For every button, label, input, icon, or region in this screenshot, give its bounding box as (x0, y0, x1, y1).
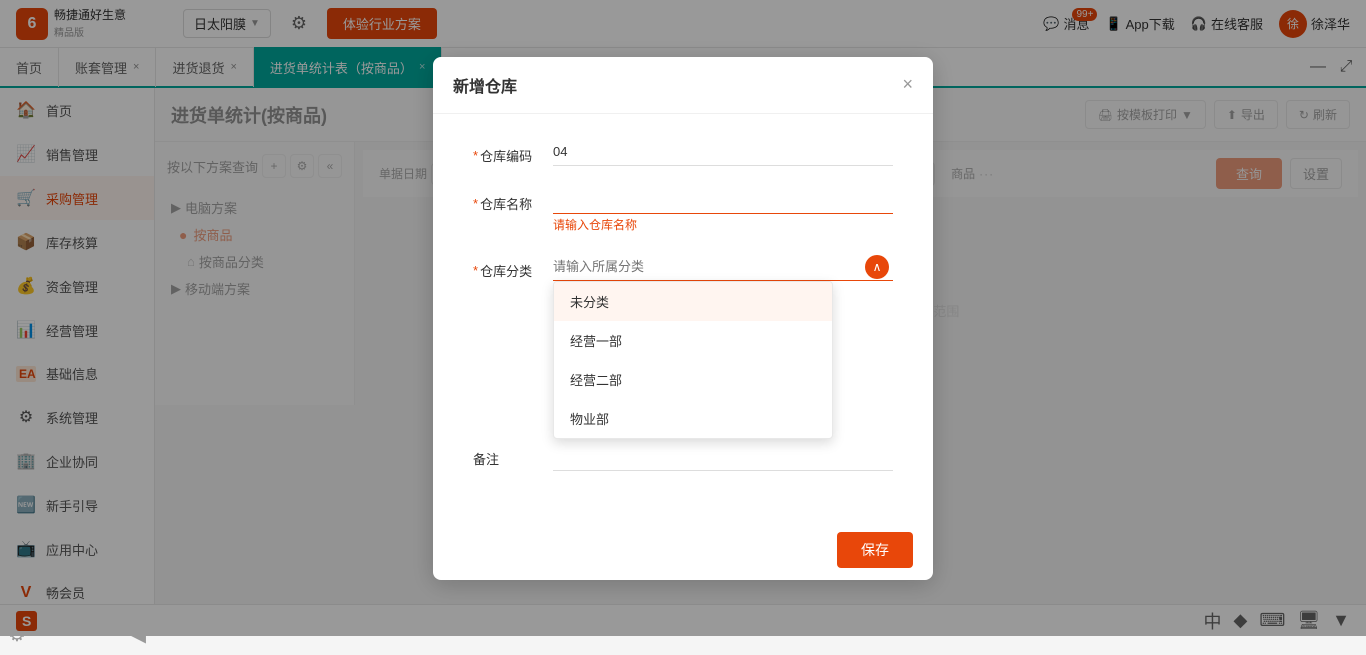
name-input[interactable] (553, 186, 893, 214)
dropdown-option-dept3[interactable]: 物业部 (554, 399, 832, 438)
category-label: * 仓库分类 (473, 253, 553, 280)
modal-close-button[interactable]: × (902, 88, 913, 95)
code-label: * 仓库编码 (473, 138, 553, 165)
modal-body: * 仓库编码 * 仓库名称 (433, 114, 933, 520)
required-star-name: * (473, 196, 478, 211)
form-row-code: * 仓库编码 (473, 138, 893, 166)
modal-overlay[interactable]: 新增仓库 × * 仓库编码 (155, 88, 1366, 636)
save-button[interactable]: 保存 (837, 532, 913, 568)
category-input[interactable] (553, 253, 893, 281)
main-layout: 🏠 首页 📈 销售管理 🛒 采购管理 📦 库存核算 💰 资金管理 📊 经营管理 … (0, 88, 1366, 636)
required-star-category: * (473, 263, 478, 278)
note-label: 备注 (473, 441, 553, 468)
category-toggle-button[interactable]: ∧ (865, 255, 889, 279)
content-area: 进货单统计(按商品) 🖨 按模板打印 ▼ ⬆ 导出 ↻ 刷新 (155, 88, 1366, 636)
name-input-wrap: 请输入仓库名称 (553, 186, 893, 233)
add-warehouse-modal: 新增仓库 × * 仓库编码 (433, 88, 933, 580)
category-dropdown: 未分类 经营一部 经营二部 物业部 (553, 281, 833, 439)
modal-header: 新增仓库 × (433, 88, 933, 114)
code-input[interactable] (553, 138, 893, 166)
required-star-code: * (473, 148, 478, 163)
form-row-name: * 仓库名称 请输入仓库名称 (473, 186, 893, 233)
modal-footer: 保存 (433, 520, 933, 580)
dropdown-option-dept2[interactable]: 经营二部 (554, 360, 832, 399)
note-input-wrap (553, 441, 893, 476)
note-textarea[interactable] (553, 441, 893, 471)
category-select-wrap: ∧ 未分类 经营一部 经营二部 (553, 253, 893, 281)
code-input-wrap (553, 138, 893, 166)
name-error-message: 请输入仓库名称 (553, 216, 893, 233)
form-row-note: 备注 (473, 441, 893, 476)
name-label: * 仓库名称 (473, 186, 553, 213)
modal-title: 新增仓库 (453, 88, 517, 97)
dropdown-option-unclassified[interactable]: 未分类 (554, 282, 832, 321)
form-row-category: * 仓库分类 ∧ 未分类 经 (473, 253, 893, 281)
dropdown-option-dept1[interactable]: 经营一部 (554, 321, 832, 360)
